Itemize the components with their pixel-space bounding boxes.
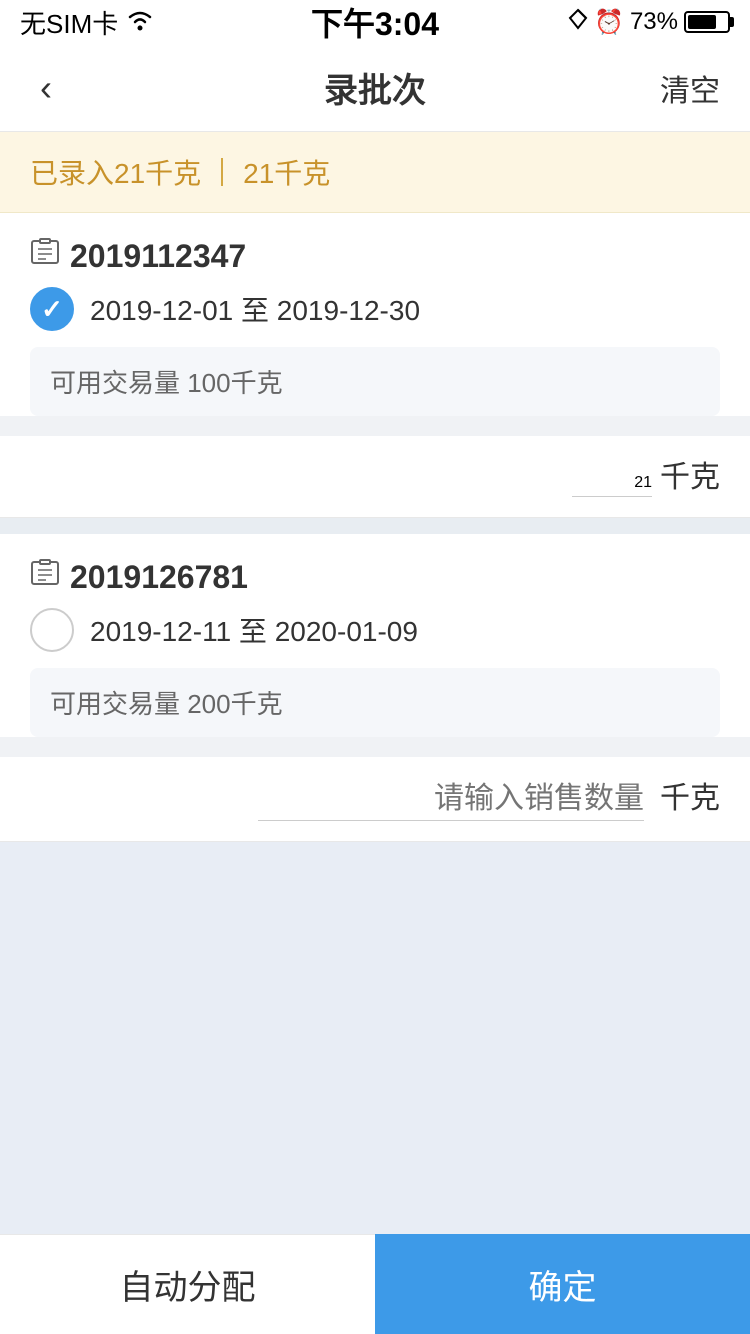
batch-2-avail: 可用交易量 200千克: [30, 668, 720, 737]
summary-divider: [221, 158, 223, 186]
clear-button[interactable]: 清空: [660, 66, 720, 110]
summary-label: 已录入21千克: [30, 152, 201, 192]
bottom-bar: 自动分配 确定: [0, 1234, 750, 1334]
confirm-button[interactable]: 确定: [375, 1234, 750, 1334]
batch-1-quantity-value[interactable]: 21: [572, 474, 652, 497]
batch-2-icon: [30, 558, 60, 596]
batch-1-header: 2019112347: [30, 237, 720, 275]
auto-distribute-button[interactable]: 自动分配: [0, 1234, 375, 1334]
batch-card-1: 2019112347 2019-12-01 至 2019-12-30 可用交易量…: [0, 213, 750, 416]
batch-2-date: 2019-12-11 至 2020-01-09: [90, 610, 418, 650]
batch-2-id: 2019126781: [70, 559, 248, 596]
summary-value: 21千克: [243, 152, 330, 192]
batch-1-quantity-row: 21 千克: [0, 436, 750, 518]
status-bar: 无SIM卡 下午3:04 ⏰ 73%: [0, 0, 750, 44]
nav-bar: ‹ 录批次 清空: [0, 44, 750, 132]
summary-bar: 已录入21千克 21千克: [0, 132, 750, 213]
batch-1-icon: [30, 237, 60, 275]
battery-icon: [684, 11, 730, 33]
batch-2-input-row: 千克: [0, 757, 750, 842]
batch-1-date-row: 2019-12-01 至 2019-12-30: [30, 287, 720, 331]
batch-2-radio[interactable]: [30, 608, 74, 652]
batch-1-avail: 可用交易量 100千克: [30, 347, 720, 416]
batch-2-date-row: 2019-12-11 至 2020-01-09: [30, 608, 720, 652]
location-icon: [568, 8, 588, 37]
batch-2-header: 2019126781: [30, 558, 720, 596]
status-left: 无SIM卡: [20, 4, 154, 41]
empty-area: [0, 842, 750, 1242]
back-button[interactable]: ‹: [30, 57, 62, 119]
batch-1-unit: 千克: [660, 452, 720, 496]
batch-2-unit: 千克: [660, 773, 720, 817]
page-title: 录批次: [324, 63, 426, 112]
status-time: 下午3:04: [311, 0, 439, 45]
alarm-icon: ⏰: [594, 8, 624, 37]
batch-2-quantity-input[interactable]: [258, 782, 644, 821]
carrier-text: 无SIM卡: [20, 4, 118, 41]
batch-1-id: 2019112347: [70, 238, 246, 275]
status-right: ⏰ 73%: [568, 8, 730, 37]
batch-card-2: 2019126781 2019-12-11 至 2020-01-09 可用交易量…: [0, 534, 750, 737]
batch-1-radio[interactable]: [30, 287, 74, 331]
wifi-icon: [126, 7, 154, 38]
battery-percent: 73%: [630, 8, 678, 36]
batch-1-date: 2019-12-01 至 2019-12-30: [90, 289, 420, 329]
section-gap: [0, 518, 750, 534]
